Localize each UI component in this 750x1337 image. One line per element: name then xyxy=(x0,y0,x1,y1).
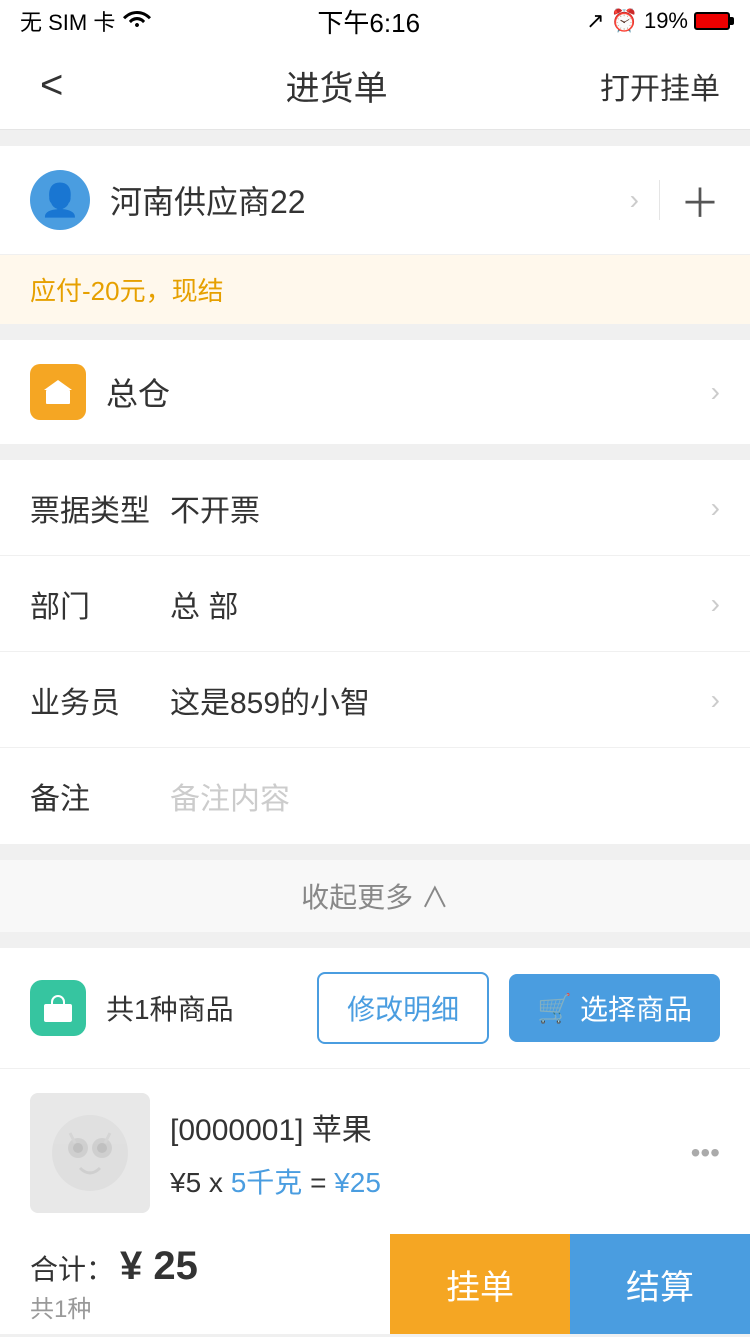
product-count-text: 共1种商品 xyxy=(106,988,297,1028)
product-price: ¥5 x 5千克 = ¥25 xyxy=(170,1161,671,1201)
top-spacer xyxy=(0,130,750,146)
total-value: ¥25 xyxy=(334,1167,381,1198)
total-amount: ¥ 25 xyxy=(120,1244,198,1289)
back-button[interactable]: < xyxy=(30,53,73,118)
product-item: [0000001] 苹果 ¥5 x 5千克 = ¥25 ••• xyxy=(0,1069,750,1237)
department-chevron-icon: › xyxy=(711,588,720,620)
add-button[interactable]: ＋ xyxy=(680,171,720,229)
page-title: 进货单 xyxy=(286,61,388,110)
select-product-button[interactable]: 🛒 选择商品 xyxy=(509,974,720,1042)
supplier-card: 👤 河南供应商22 › ＋ 应付-20元，现结 xyxy=(0,146,750,324)
department-label: 部门 xyxy=(30,582,160,626)
salesperson-chevron-icon: › xyxy=(711,684,720,716)
product-header: 共1种商品 修改明细 🛒 选择商品 xyxy=(0,948,750,1068)
wifi-icon xyxy=(123,7,151,35)
nav-bar: < 进货单 打开挂单 xyxy=(0,42,750,130)
hang-button[interactable]: 挂单 xyxy=(390,1234,570,1334)
product-more-button[interactable]: ••• xyxy=(691,1137,720,1169)
open-pending-button[interactable]: 打开挂单 xyxy=(600,64,720,108)
warehouse-icon xyxy=(30,364,86,420)
supplier-avatar: 👤 xyxy=(30,170,90,230)
edit-detail-button[interactable]: 修改明细 xyxy=(317,972,489,1044)
remark-label: 备注 xyxy=(30,774,160,818)
remark-row[interactable]: 备注 备注内容 xyxy=(0,748,750,844)
avatar-icon: 👤 xyxy=(40,181,80,219)
department-value: 总 部 xyxy=(160,582,711,626)
supplier-chevron-icon: › xyxy=(630,184,639,216)
collapse-more-button[interactable]: 收起更多 ∧ xyxy=(0,860,750,932)
bottom-bar: 合计： ¥ 25 共1种 挂单 结算 xyxy=(0,1234,750,1334)
equals-sign: = xyxy=(310,1167,334,1198)
salesperson-row[interactable]: 业务员 这是859的小智 › xyxy=(0,652,750,748)
warehouse-chevron-icon: › xyxy=(711,376,720,408)
cart-icon: 🛒 xyxy=(537,992,572,1025)
battery-percent: 19% xyxy=(644,8,688,34)
alert-text: 应付-20元，现结 xyxy=(30,276,224,306)
supplier-row[interactable]: 👤 河南供应商22 › ＋ xyxy=(0,146,750,255)
warehouse-card[interactable]: 总仓 › xyxy=(0,340,750,444)
total-label: 合计： xyxy=(30,1248,114,1288)
warehouse-row[interactable]: 总仓 › xyxy=(0,340,750,444)
remark-value[interactable]: 备注内容 xyxy=(160,774,720,818)
invoice-type-label: 票据类型 xyxy=(30,486,160,530)
supplier-name: 河南供应商22 xyxy=(110,177,630,223)
status-time: 下午6:16 xyxy=(317,3,420,40)
status-right: ↗ ⏰ 19% xyxy=(586,8,730,34)
form-section: 票据类型 不开票 › 部门 总 部 › 业务员 这是859的小智 › 备注 备注… xyxy=(0,460,750,844)
total-section: 合计： ¥ 25 共1种 xyxy=(0,1244,390,1324)
location-icon: ↗ xyxy=(586,8,604,34)
vertical-divider xyxy=(659,180,660,220)
warehouse-label: 总仓 xyxy=(106,369,711,415)
invoice-type-row[interactable]: 票据类型 不开票 › xyxy=(0,460,750,556)
carrier-text: 无 SIM 卡 xyxy=(20,5,115,37)
alarm-icon: ⏰ xyxy=(611,8,638,34)
total-count: 共1种 xyxy=(30,1289,360,1324)
collapse-label: 收起更多 ∧ xyxy=(301,876,449,916)
product-name: [0000001] 苹果 xyxy=(170,1105,671,1149)
hang-label: 挂单 xyxy=(446,1260,514,1309)
salesperson-value: 这是859的小智 xyxy=(160,678,711,722)
quantity-value: 5千克 xyxy=(231,1167,303,1198)
alert-row: 应付-20元，现结 xyxy=(0,255,750,324)
product-info: [0000001] 苹果 ¥5 x 5千克 = ¥25 xyxy=(170,1105,671,1201)
product-count-icon xyxy=(30,980,86,1036)
salesperson-label: 业务员 xyxy=(30,678,160,722)
product-code: [0000001] 苹果 xyxy=(170,1114,372,1147)
price-value: ¥5 x xyxy=(170,1167,231,1198)
battery-icon xyxy=(694,12,730,30)
status-bar: 无 SIM 卡 下午6:16 ↗ ⏰ 19% xyxy=(0,0,750,42)
checkout-button[interactable]: 结算 xyxy=(570,1234,750,1334)
checkout-label: 结算 xyxy=(626,1260,694,1309)
product-thumbnail xyxy=(30,1093,150,1213)
department-row[interactable]: 部门 总 部 › xyxy=(0,556,750,652)
select-product-label: 选择商品 xyxy=(580,988,692,1028)
invoice-type-chevron-icon: › xyxy=(711,492,720,524)
status-left: 无 SIM 卡 xyxy=(20,5,151,37)
invoice-type-value: 不开票 xyxy=(160,486,711,530)
